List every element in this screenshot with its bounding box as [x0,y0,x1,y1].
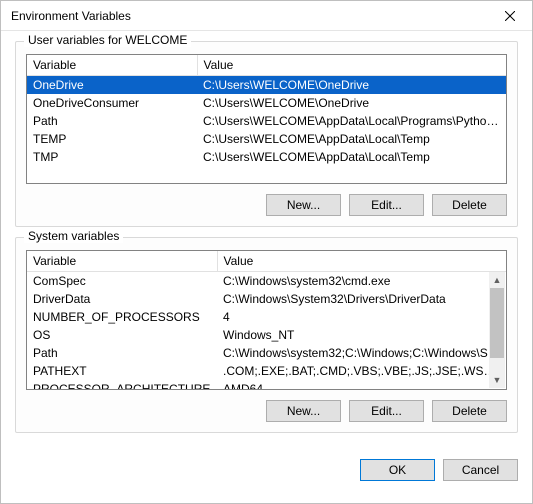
var-name: Path [27,344,217,362]
var-value: C:\Users\WELCOME\OneDrive [197,76,506,95]
user-new-button[interactable]: New... [266,194,341,216]
close-button[interactable] [487,1,532,31]
var-value: C:\Users\WELCOME\AppData\Local\Temp [197,148,506,166]
table-row[interactable]: OneDriveC:\Users\WELCOME\OneDrive [27,76,506,95]
table-row[interactable]: PROCESSOR_ARCHITECTUREAMD64 [27,380,506,390]
user-variables-group: User variables for WELCOME Variable Valu… [15,41,518,227]
table-row[interactable]: ComSpecC:\Windows\system32\cmd.exe [27,272,506,291]
var-value: C:\Windows\system32\cmd.exe [217,272,506,291]
var-name: TMP [27,148,197,166]
table-row[interactable]: NUMBER_OF_PROCESSORS4 [27,308,506,326]
titlebar: Environment Variables [1,1,532,31]
var-name: OneDriveConsumer [27,94,197,112]
var-name: PATHEXT [27,362,217,380]
table-row[interactable]: TEMPC:\Users\WELCOME\AppData\Local\Temp [27,130,506,148]
table-row[interactable]: OSWindows_NT [27,326,506,344]
user-delete-button[interactable]: Delete [432,194,507,216]
var-name: PROCESSOR_ARCHITECTURE [27,380,217,390]
var-name: NUMBER_OF_PROCESSORS [27,308,217,326]
var-value: C:\Users\WELCOME\AppData\Local\Temp [197,130,506,148]
system-col-value[interactable]: Value [217,251,506,272]
var-name: TEMP [27,130,197,148]
ok-button[interactable]: OK [360,459,435,481]
var-name: ComSpec [27,272,217,291]
var-value: C:\Users\WELCOME\OneDrive [197,94,506,112]
table-row[interactable]: DriverDataC:\Windows\System32\Drivers\Dr… [27,290,506,308]
dialog-button-row: OK Cancel [1,451,532,493]
table-row[interactable]: PATHEXT.COM;.EXE;.BAT;.CMD;.VBS;.VBE;.JS… [27,362,506,380]
var-value: AMD64 [217,380,506,390]
user-variables-table[interactable]: Variable Value OneDriveC:\Users\WELCOME\… [26,54,507,184]
user-col-variable[interactable]: Variable [27,55,197,76]
var-value: Windows_NT [217,326,506,344]
window-title: Environment Variables [11,9,131,23]
system-variables-table[interactable]: Variable Value ComSpecC:\Windows\system3… [26,250,507,390]
table-row[interactable]: TMPC:\Users\WELCOME\AppData\Local\Temp [27,148,506,166]
var-name: DriverData [27,290,217,308]
table-row[interactable]: PathC:\Users\WELCOME\AppData\Local\Progr… [27,112,506,130]
var-value: .COM;.EXE;.BAT;.CMD;.VBS;.VBE;.JS;.JSE;.… [217,362,506,380]
close-icon [505,11,515,21]
scroll-down-icon[interactable]: ▼ [489,372,505,388]
var-name: Path [27,112,197,130]
system-edit-button[interactable]: Edit... [349,400,424,422]
system-scrollbar[interactable]: ▲ ▼ [489,272,505,388]
var-value: 4 [217,308,506,326]
system-variables-group: System variables Variable Value ComSpecC… [15,237,518,433]
var-value: C:\Users\WELCOME\AppData\Local\Programs\… [197,112,506,130]
scroll-up-icon[interactable]: ▲ [489,272,505,288]
system-col-variable[interactable]: Variable [27,251,217,272]
system-new-button[interactable]: New... [266,400,341,422]
cancel-button[interactable]: Cancel [443,459,518,481]
system-delete-button[interactable]: Delete [432,400,507,422]
user-group-label: User variables for WELCOME [24,33,191,47]
var-value: C:\Windows\System32\Drivers\DriverData [217,290,506,308]
user-edit-button[interactable]: Edit... [349,194,424,216]
user-col-value[interactable]: Value [197,55,506,76]
system-group-label: System variables [24,229,123,243]
var-name: OneDrive [27,76,197,95]
var-value: C:\Windows\system32;C:\Windows;C:\Window… [217,344,506,362]
table-row[interactable]: OneDriveConsumerC:\Users\WELCOME\OneDriv… [27,94,506,112]
var-name: OS [27,326,217,344]
table-row[interactable]: PathC:\Windows\system32;C:\Windows;C:\Wi… [27,344,506,362]
scroll-thumb[interactable] [490,288,504,358]
